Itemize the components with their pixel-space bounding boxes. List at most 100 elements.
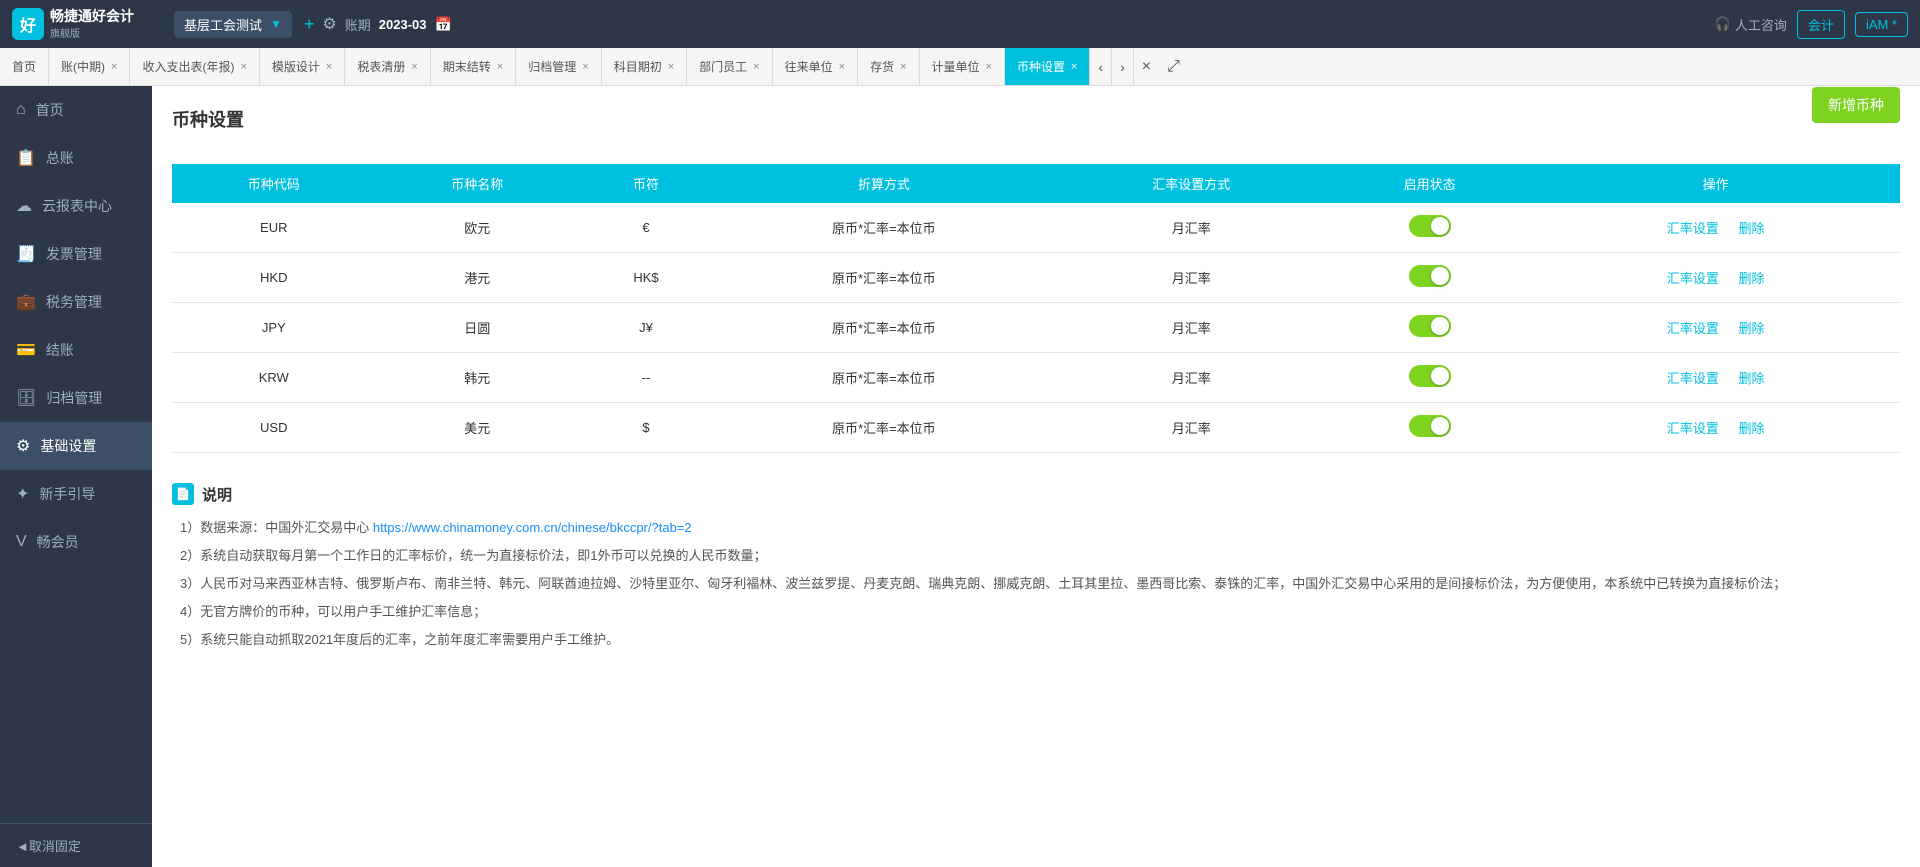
tab-counterparty[interactable]: 往来单位 × (773, 48, 858, 85)
sidebar-item-invoice-label: 发票管理 (46, 244, 102, 264)
toggle-track-1 (1409, 265, 1451, 287)
notes-item-5: 5）系统只能自动抓取2021年度后的汇率，之前年度汇率需要用户手工维护。 (180, 627, 1900, 653)
page-title: 币种设置 (172, 106, 244, 132)
toggle-track-0 (1409, 215, 1451, 237)
tab-template-design[interactable]: 模版设计 × (260, 48, 345, 85)
tab-period-end-close[interactable]: × (497, 61, 503, 73)
sidebar-item-checkout-label: 结账 (46, 340, 74, 360)
tab-subject-init-close[interactable]: × (668, 61, 674, 73)
tab-account-period-close[interactable]: × (111, 61, 117, 73)
toggle-switch-2[interactable] (1409, 315, 1451, 337)
kuaiji-button[interactable]: 会计 (1797, 10, 1845, 39)
cell-toggle-1[interactable] (1328, 253, 1532, 303)
tab-archive[interactable]: 归档管理 × (516, 48, 601, 85)
cell-toggle-4[interactable] (1328, 403, 1532, 453)
toggle-thumb-1 (1431, 267, 1449, 285)
tab-template-design-close[interactable]: × (326, 61, 332, 73)
toggle-switch-3[interactable] (1409, 365, 1451, 387)
sidebar-item-invoice[interactable]: 🧾 发票管理 (0, 230, 152, 278)
tab-inventory[interactable]: 存货 × (858, 48, 919, 85)
notes-item-3: 3）人民币对马来西亚林吉特、俄罗斯卢布、南非兰特、韩元、阿联酋迪拉姆、沙特里亚尔… (180, 571, 1900, 597)
tab-account-period-label: 账(中期) (61, 58, 105, 75)
tab-period-end[interactable]: 期末结转 × (431, 48, 516, 85)
tab-close-all-button[interactable]: × (1134, 48, 1159, 85)
delete-link-3[interactable]: 删除 (1739, 371, 1765, 386)
toggle-switch-0[interactable] (1409, 215, 1451, 237)
toggle-track-3 (1409, 365, 1451, 387)
new-currency-button[interactable]: 新增币种 (1812, 87, 1900, 123)
tab-tax-table[interactable]: 税表清册 × (345, 48, 430, 85)
toggle-switch-4[interactable] (1409, 415, 1451, 437)
toggle-track-4 (1409, 415, 1451, 437)
cell-actions-4: 汇率设置 删除 (1531, 403, 1900, 453)
company-selector[interactable]: 基层工会测试 ▼ (174, 11, 292, 38)
delete-link-2[interactable]: 删除 (1739, 321, 1765, 336)
cell-toggle-0[interactable] (1328, 203, 1532, 253)
sidebar-item-settings[interactable]: ⚙ 基础设置 (0, 422, 152, 470)
delete-link-4[interactable]: 删除 (1739, 421, 1765, 436)
logo-area: 好 畅捷通好会计 旗舰版 (12, 8, 162, 40)
tab-subject-init[interactable]: 科目期初 × (602, 48, 687, 85)
service-button[interactable]: 🎧 人工咨询 (1715, 15, 1787, 34)
tab-archive-close[interactable]: × (582, 61, 588, 73)
delete-link-1[interactable]: 删除 (1739, 271, 1765, 286)
tab-home-label: 首页 (12, 58, 36, 75)
rate-setting-link-3[interactable]: 汇率设置 (1667, 371, 1719, 386)
delete-link-0[interactable]: 删除 (1739, 221, 1765, 236)
cell-symbol-4: $ (579, 403, 713, 453)
rate-setting-link-2[interactable]: 汇率设置 (1667, 321, 1719, 336)
settings-button[interactable]: ⚙ (322, 14, 336, 34)
tab-currency-close[interactable]: × (1071, 61, 1077, 73)
tab-unit-close[interactable]: × (986, 61, 992, 73)
calendar-icon[interactable]: 📅 (435, 16, 452, 33)
sidebar-item-checkout[interactable]: 💳 结账 (0, 326, 152, 374)
tab-inventory-close[interactable]: × (900, 61, 906, 73)
cell-toggle-3[interactable] (1328, 353, 1532, 403)
notes-title-text: 说明 (202, 484, 232, 505)
rate-setting-link-4[interactable]: 汇率设置 (1667, 421, 1719, 436)
cell-calc-4: 原币*汇率=本位币 (713, 403, 1055, 453)
sidebar-item-vip[interactable]: V 畅会员 (0, 518, 152, 566)
sidebar-item-archive[interactable]: 🗄 归档管理 (0, 374, 152, 422)
ledger-icon: 📋 (16, 148, 36, 168)
rate-setting-link-1[interactable]: 汇率设置 (1667, 271, 1719, 286)
sidebar-item-home[interactable]: ⌂ 首页 (0, 86, 152, 134)
invoice-icon: 🧾 (16, 244, 36, 264)
settings-icon: ⚙ (16, 436, 30, 456)
tab-department[interactable]: 部门员工 × (687, 48, 772, 85)
sidebar-item-reports[interactable]: ☁ 云报表中心 (0, 182, 152, 230)
sidebar-item-guide[interactable]: ✦ 新手引导 (0, 470, 152, 518)
tab-next-button[interactable]: › (1112, 48, 1134, 85)
tab-home[interactable]: 首页 (0, 48, 49, 85)
tab-tax-table-close[interactable]: × (411, 61, 417, 73)
table-row: EUR 欧元 € 原币*汇率=本位币 月汇率 汇率设置 删除 (172, 203, 1900, 253)
tab-expand-button[interactable]: ⤢ (1159, 48, 1188, 85)
cell-name-3: 韩元 (376, 353, 580, 403)
sidebar-item-ledger[interactable]: 📋 总账 (0, 134, 152, 182)
iam-button[interactable]: iAM * (1855, 12, 1908, 37)
cell-code-4: USD (172, 403, 376, 453)
cell-symbol-2: J¥ (579, 303, 713, 353)
tab-currency[interactable]: 币种设置 × (1005, 48, 1090, 85)
tab-account-period[interactable]: 账(中期) × (49, 48, 130, 85)
content-area: 币种设置 新增币种 币种代码 币种名称 币符 折算方式 汇率设置方式 启用状态 … (152, 86, 1920, 867)
tab-income-report[interactable]: 收入支出表(年报) × (130, 48, 259, 85)
notes-list: 1）数据来源：中国外汇交易中心 https://www.chinamoney.c… (172, 515, 1900, 653)
tab-income-report-close[interactable]: × (240, 61, 246, 73)
cell-name-0: 欧元 (376, 203, 580, 253)
sidebar-pin-toggle[interactable]: ◄取消固定 (0, 823, 152, 867)
notes-link[interactable]: https://www.chinamoney.com.cn/chinese/bk… (373, 520, 692, 535)
currency-table: 币种代码 币种名称 币符 折算方式 汇率设置方式 启用状态 操作 EUR 欧元 … (172, 164, 1900, 453)
rate-setting-link-0[interactable]: 汇率设置 (1667, 221, 1719, 236)
tab-counterparty-close[interactable]: × (839, 61, 845, 73)
add-tab-button[interactable]: + (304, 14, 315, 35)
toggle-switch-1[interactable] (1409, 265, 1451, 287)
sidebar-item-tax[interactable]: 💼 税务管理 (0, 278, 152, 326)
logo-icon: 好 (12, 8, 44, 40)
cell-toggle-2[interactable] (1328, 303, 1532, 353)
tab-prev-button[interactable]: ‹ (1090, 48, 1112, 85)
tab-unit[interactable]: 计量单位 × (920, 48, 1005, 85)
toggle-track-2 (1409, 315, 1451, 337)
tab-department-close[interactable]: × (753, 61, 759, 73)
tax-icon: 💼 (16, 292, 36, 312)
